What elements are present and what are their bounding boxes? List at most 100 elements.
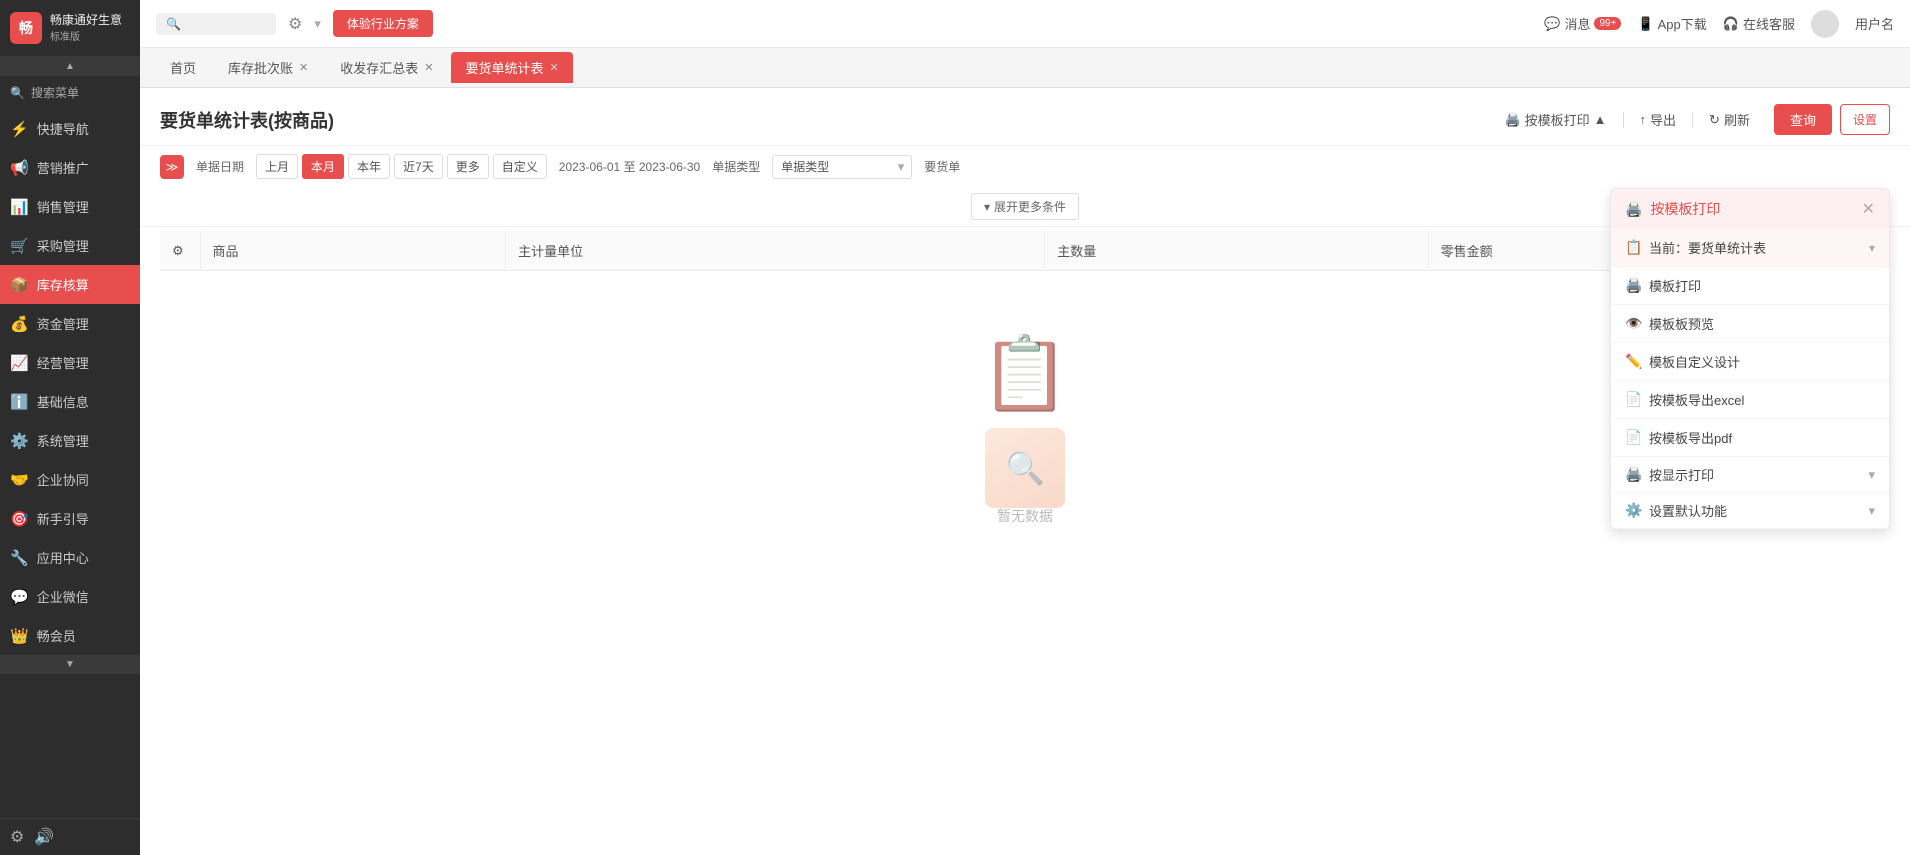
- sidebar-item-basic-info[interactable]: ℹ️基础信息: [0, 382, 140, 421]
- settings-col-icon[interactable]: ⚙: [172, 243, 184, 258]
- date-btn-自定义[interactable]: 自定义: [493, 154, 547, 179]
- sidebar-item-quick-nav[interactable]: ⚡快捷导航: [0, 109, 140, 148]
- topbar-search[interactable]: 🔍: [156, 13, 276, 35]
- print-label: 按模板打印: [1525, 110, 1590, 129]
- item-icon-template-export-excel: 📄: [1625, 391, 1642, 408]
- dropdown-group-display-print[interactable]: 🖨️按显示打印▾: [1611, 457, 1889, 493]
- nav-icon-wechat: 💬: [10, 588, 29, 606]
- topbar: 🔍 ⚙ ▾ 体验行业方案 💬 消息 99+ 📱 App下载 🎧 在线客服 用户名: [140, 0, 1910, 48]
- topbar-gear-icon[interactable]: ⚙: [288, 14, 302, 34]
- nav-icon-inventory: 📦: [10, 276, 29, 294]
- messages-label: 消息: [1564, 14, 1590, 33]
- nav-icon-operations: 📈: [10, 354, 29, 372]
- date-btn-近7天[interactable]: 近7天: [394, 154, 443, 179]
- topbar-right: 💬 消息 99+ 📱 App下载 🎧 在线客服 用户名: [1544, 10, 1894, 38]
- tab-label-receipt-summary: 收发存汇总表: [340, 58, 418, 77]
- tab-close-receipt-summary[interactable]: ✕: [424, 61, 433, 74]
- print-button[interactable]: 🖨️ 按模板打印 ▲: [1496, 106, 1614, 133]
- tab-home[interactable]: 首页: [156, 52, 210, 83]
- sidebar-item-system[interactable]: ⚙️系统管理: [0, 421, 140, 460]
- export-button[interactable]: ↑ 导出: [1632, 106, 1685, 133]
- date-btn-上月[interactable]: 上月: [256, 154, 298, 179]
- col-header-3: 主数量: [1045, 231, 1428, 271]
- sidebar: 畅 畅康通好生意 标准版 ▲ 🔍 搜索菜单 ⚡快捷导航📢营销推广📊销售管理🛒采购…: [0, 0, 140, 855]
- dropdown-item-template-custom[interactable]: ✏️模板自定义设计: [1611, 343, 1889, 381]
- col-header-2: 主计量单位: [506, 231, 1045, 271]
- online-service-button[interactable]: 🎧 在线客服: [1723, 14, 1795, 33]
- sidebar-item-sales[interactable]: 📊销售管理: [0, 187, 140, 226]
- sidebar-item-member[interactable]: 👑畅会员: [0, 616, 140, 655]
- online-service-label: 在线客服: [1743, 14, 1795, 33]
- dropdown-item-template-export-excel[interactable]: 📄按模板导出excel: [1611, 381, 1889, 419]
- search-menu-button[interactable]: 🔍 搜索菜单: [0, 76, 140, 109]
- tab-inventory-batch[interactable]: 库存批次账✕: [214, 52, 322, 83]
- tab-receipt-summary[interactable]: 收发存汇总表 ✕: [326, 52, 447, 83]
- dropdown-item-template-print[interactable]: 🖨️模板打印: [1611, 267, 1889, 305]
- filter-expand-icon[interactable]: ≫: [160, 155, 184, 179]
- settings-icon[interactable]: ⚙: [10, 827, 24, 847]
- nav-label-member: 畅会员: [37, 626, 76, 645]
- scroll-down-button[interactable]: ▼: [0, 655, 140, 674]
- item-icon-template-preview: 👁️: [1625, 315, 1642, 332]
- tab-close-inventory-batch[interactable]: ✕: [299, 61, 308, 74]
- group-arrow-set-default: ▾: [1868, 503, 1875, 519]
- dropdown-item-template-export-pdf[interactable]: 📄按模板导出pdf: [1611, 419, 1889, 457]
- app-download-button[interactable]: 📱 App下载: [1637, 14, 1706, 33]
- dropdown-items: 🖨️模板打印👁️模板板预览✏️模板自定义设计📄按模板导出excel📄按模板导出p…: [1611, 267, 1889, 457]
- date-btn-本月[interactable]: 本月: [302, 154, 344, 179]
- sidebar-item-collab[interactable]: 🤝企业协同: [0, 460, 140, 499]
- date-btn-本年[interactable]: 本年: [348, 154, 390, 179]
- expand-conditions-button[interactable]: ▾ 展开更多条件: [971, 193, 1079, 220]
- expand-icon: ▾: [984, 200, 990, 214]
- nav-label-finance: 资金管理: [37, 314, 89, 333]
- sidebar-item-guide[interactable]: 🎯新手引导: [0, 499, 140, 538]
- date-btn-更多[interactable]: 更多: [447, 154, 489, 179]
- sidebar-item-app-center[interactable]: 🔧应用中心: [0, 538, 140, 577]
- tabbar: 首页库存批次账✕ 收发存汇总表 ✕ 要货单统计表 ✕: [140, 48, 1910, 88]
- refresh-icon: ↻: [1709, 112, 1720, 128]
- sidebar-item-finance[interactable]: 💰 资金管理: [0, 304, 140, 343]
- sidebar-item-wechat[interactable]: 💬企业微信: [0, 577, 140, 616]
- nav-label-inventory: 库存核算: [37, 275, 89, 294]
- sidebar-item-operations[interactable]: 📈经营管理: [0, 343, 140, 382]
- sidebar-item-marketing[interactable]: 📢营销推广: [0, 148, 140, 187]
- date-range-display: 2023-06-01 至 2023-06-30: [559, 158, 700, 175]
- message-icon: 💬: [1544, 16, 1560, 32]
- speaker-icon[interactable]: 🔊: [34, 827, 54, 847]
- nav-label-system: 系统管理: [37, 431, 89, 450]
- nav-label-marketing: 营销推广: [37, 158, 89, 177]
- dropdown-item-template-preview[interactable]: 👁️模板板预览: [1611, 305, 1889, 343]
- scroll-up-button[interactable]: ▲: [0, 57, 140, 76]
- type-select-wrapper: 单据类型: [772, 155, 912, 179]
- trial-button[interactable]: 体验行业方案: [333, 10, 433, 37]
- search-icon: 🔍: [10, 86, 25, 100]
- type-select[interactable]: 单据类型: [772, 155, 912, 179]
- current-template-icon: 📋: [1625, 239, 1642, 256]
- current-template-arrow: ▾: [1869, 241, 1875, 255]
- settings-button[interactable]: 设置: [1840, 104, 1890, 135]
- tab-close-order-stats[interactable]: ✕: [550, 61, 559, 74]
- nav-label-purchase: 采购管理: [37, 236, 89, 255]
- tab-order-stats[interactable]: 要货单统计表 ✕: [451, 52, 572, 83]
- current-template-item[interactable]: 📋 当前：要货单统计表 ▾: [1611, 229, 1889, 267]
- query-button[interactable]: 查询: [1774, 104, 1832, 135]
- sidebar-item-purchase[interactable]: 🛒采购管理: [0, 226, 140, 265]
- nav-label-app-center: 应用中心: [37, 548, 89, 567]
- tab-label-order-stats: 要货单统计表: [465, 58, 543, 77]
- item-icon-template-print: 🖨️: [1625, 277, 1642, 294]
- dropdown-group-set-default[interactable]: ⚙️设置默认功能▾: [1611, 493, 1889, 529]
- messages-button[interactable]: 💬 消息 99+: [1544, 14, 1621, 33]
- sidebar-item-inventory[interactable]: 📦 库存核算: [0, 265, 140, 304]
- dropdown-arrow-icon[interactable]: ▾: [314, 16, 321, 32]
- type-filter-label: 单据类型: [712, 158, 760, 175]
- item-label-template-custom: 模板自定义设计: [1649, 352, 1740, 371]
- group-icon-set-default: ⚙️: [1625, 502, 1642, 519]
- print-dropdown-panel: 🖨️ 按模板打印 ✕ 📋 当前：要货单统计表 ▾ 🖨️模板打印👁️模板板预览✏️…: [1610, 188, 1890, 530]
- main-area: 🔍 ⚙ ▾ 体验行业方案 💬 消息 99+ 📱 App下载 🎧 在线客服 用户名: [140, 0, 1910, 855]
- dropdown-close-button[interactable]: ✕: [1862, 199, 1875, 219]
- nav-icon-finance: 💰: [10, 315, 29, 333]
- refresh-button[interactable]: ↻ 刷新: [1701, 106, 1758, 133]
- user-name: 用户名: [1855, 14, 1894, 33]
- user-avatar[interactable]: [1811, 10, 1839, 38]
- export-icon: ↑: [1640, 112, 1647, 127]
